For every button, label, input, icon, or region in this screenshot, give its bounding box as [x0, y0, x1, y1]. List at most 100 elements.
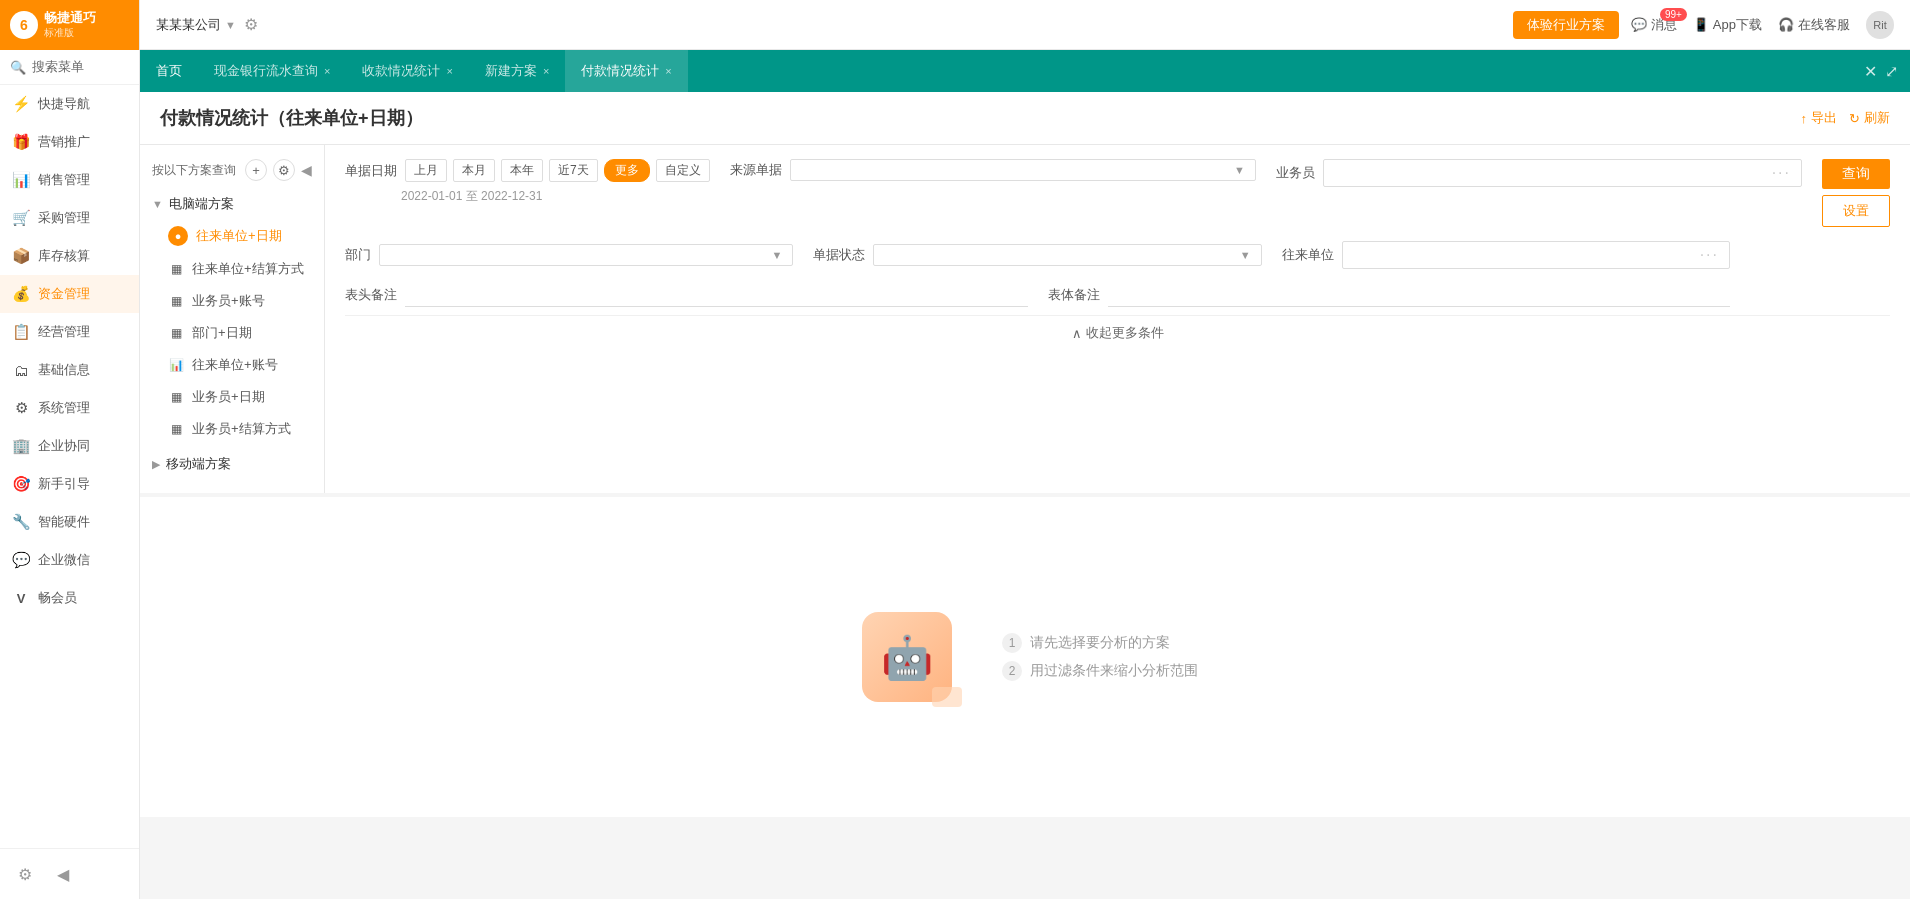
date-btn-this-month[interactable]: 本月	[453, 159, 495, 182]
search-menu-label: 搜索菜单	[32, 58, 84, 76]
online-service-action[interactable]: 🎧 在线客服	[1778, 16, 1850, 34]
tab-payment-stats[interactable]: 付款情况统计 ×	[565, 50, 687, 92]
marketing-label: 营销推广	[38, 133, 90, 151]
scheme-item-partner-date-label: 往来单位+日期	[196, 227, 282, 245]
window-close-btn[interactable]: ✕	[1864, 62, 1877, 81]
sidebar-item-member[interactable]: V 畅会员	[0, 579, 139, 617]
date-filter-field: 单据日期 上月 本月 本年 近7天 更多 自定义	[345, 159, 710, 182]
tab-new-scheme-close[interactable]: ×	[543, 65, 549, 77]
sidebar-item-basic-info[interactable]: 🗂 基础信息	[0, 351, 139, 389]
topbar-user-area[interactable]: 某某某公司 ▼	[156, 16, 236, 34]
hardware-label: 智能硬件	[38, 513, 90, 531]
scheme-item-dept-date[interactable]: ▦ 部门+日期	[140, 317, 324, 349]
search-menu[interactable]: 🔍 搜索菜单	[0, 50, 139, 85]
operations-icon: 📋	[12, 323, 30, 341]
main-area: 某某某公司 ▼ ⚙ 体验行业方案 💬 消息 99+ 📱 App下载 🎧 在线客服…	[140, 0, 1910, 899]
tab-new-scheme[interactable]: 新建方案 ×	[469, 50, 565, 92]
logo-text: 畅捷通巧	[44, 10, 96, 26]
status-label: 单据状态	[813, 246, 865, 264]
scheme-item-partner-account[interactable]: 📊 往来单位+账号	[140, 349, 324, 381]
date-btn-custom[interactable]: 自定义	[656, 159, 710, 182]
scheme-item-staff-date-label: 业务员+日期	[192, 388, 265, 406]
sidebar-item-purchase[interactable]: 🛒 采购管理	[0, 199, 139, 237]
sidebar-item-marketing[interactable]: 🎁 营销推广	[0, 123, 139, 161]
table-header-note-input[interactable]	[405, 283, 1028, 307]
hint-num-2: 2	[1002, 661, 1022, 681]
empty-hint-2: 2 用过滤条件来缩小分析范围	[1002, 661, 1198, 681]
scheme-item-staff-settlement[interactable]: ▦ 业务员+结算方式	[140, 413, 324, 445]
scheme-group-desktop-header[interactable]: ▼ 电脑端方案	[140, 189, 324, 219]
window-maximize-btn[interactable]: ⤢	[1885, 62, 1898, 81]
scheme-item-icon-chart: 📊	[168, 357, 184, 373]
sidebar: 6 畅捷通巧 标准版 🔍 搜索菜单 ⚡ 快捷导航 🎁 营销推广 📊 销售管理 🛒…	[0, 0, 140, 899]
status-select[interactable]: ▼	[873, 244, 1261, 266]
hardware-icon: 🔧	[12, 513, 30, 531]
refresh-label: 刷新	[1864, 109, 1890, 127]
table-body-note-field: 表体备注	[1048, 283, 1731, 307]
source-filter-field: 来源单据 ▼	[730, 159, 1256, 181]
logo-sub: 标准版	[44, 26, 96, 40]
dept-select[interactable]: ▼	[379, 244, 793, 266]
tab-bank-flow-close[interactable]: ×	[324, 65, 330, 77]
inventory-icon: 📦	[12, 247, 30, 265]
robot-emoji: 🤖	[881, 633, 933, 682]
sales-label: 销售管理	[38, 171, 90, 189]
sidebar-item-sales[interactable]: 📊 销售管理	[0, 161, 139, 199]
source-select[interactable]: ▼	[790, 159, 1256, 181]
app-download-action[interactable]: 📱 App下载	[1693, 16, 1762, 34]
collapse-icon: ∧	[1072, 326, 1082, 341]
scheme-collapse-btn[interactable]: ◀	[301, 162, 312, 178]
tab-receipt-stats[interactable]: 收款情况统计 ×	[346, 50, 468, 92]
scheme-settings-btn[interactable]: ⚙	[273, 159, 295, 181]
avatar[interactable]: Rit	[1866, 11, 1894, 39]
filter-panel: 按以下方案查询 + ⚙ ◀ ▼ 电脑端方案 ● 往来单位+日期	[140, 145, 1910, 493]
date-btn-more[interactable]: 更多	[604, 159, 650, 182]
app-download-icon: 📱	[1693, 17, 1709, 32]
table-body-note-input[interactable]	[1108, 283, 1731, 307]
scheme-item-staff-date[interactable]: ▦ 业务员+日期	[140, 381, 324, 413]
query-btn[interactable]: 查询	[1822, 159, 1890, 189]
date-btn-last-month[interactable]: 上月	[405, 159, 447, 182]
partner-input-container[interactable]: ···	[1342, 241, 1730, 269]
tab-home[interactable]: 首页	[140, 50, 198, 92]
sidebar-item-hardware[interactable]: 🔧 智能硬件	[0, 503, 139, 541]
sidebar-item-enterprise[interactable]: 🏢 企业协同	[0, 427, 139, 465]
scheme-item-partner-date[interactable]: ● 往来单位+日期	[140, 219, 324, 253]
scheme-item-partner-settlement[interactable]: ▦ 往来单位+结算方式	[140, 253, 324, 285]
scheme-add-btn[interactable]: +	[245, 159, 267, 181]
scheme-item-partner-settlement-label: 往来单位+结算方式	[192, 260, 304, 278]
tab-bank-flow[interactable]: 现金银行流水查询 ×	[198, 50, 346, 92]
staff-input-container[interactable]: ···	[1323, 159, 1802, 187]
tab-payment-stats-close[interactable]: ×	[665, 65, 671, 77]
filter-settings-btn[interactable]: 设置	[1822, 195, 1890, 227]
topbar-settings-icon[interactable]: ⚙	[244, 15, 258, 34]
scheme-group-mobile-header[interactable]: ▶ 移动端方案	[140, 449, 324, 479]
tab-new-scheme-label: 新建方案	[485, 62, 537, 80]
refresh-btn[interactable]: ↻ 刷新	[1849, 109, 1890, 127]
export-icon: ↑	[1801, 111, 1808, 126]
date-btn-this-year[interactable]: 本年	[501, 159, 543, 182]
collapse-label: 收起更多条件	[1086, 324, 1164, 342]
page-actions: ↑ 导出 ↻ 刷新	[1801, 109, 1891, 127]
sidebar-settings-btn[interactable]: ⚙	[10, 859, 40, 889]
export-btn[interactable]: ↑ 导出	[1801, 109, 1838, 127]
sidebar-item-system[interactable]: ⚙ 系统管理	[0, 389, 139, 427]
sidebar-collapse-btn[interactable]: ◀	[48, 859, 78, 889]
sidebar-item-wechat[interactable]: 💬 企业微信	[0, 541, 139, 579]
sidebar-item-inventory[interactable]: 📦 库存核算	[0, 237, 139, 275]
sidebar-item-guide[interactable]: 🎯 新手引导	[0, 465, 139, 503]
collapse-more-btn[interactable]: ∧ 收起更多条件	[1072, 324, 1164, 342]
guide-label: 新手引导	[38, 475, 90, 493]
sidebar-item-finance[interactable]: 💰 资金管理	[0, 275, 139, 313]
sidebar-item-operations[interactable]: 📋 经营管理	[0, 313, 139, 351]
table-header-note-field: 表头备注	[345, 283, 1028, 307]
messages-action[interactable]: 💬 消息 99+	[1631, 16, 1677, 34]
tab-receipt-stats-close[interactable]: ×	[446, 65, 452, 77]
sidebar-item-quick-nav[interactable]: ⚡ 快捷导航	[0, 85, 139, 123]
marketing-icon: 🎁	[12, 133, 30, 151]
trial-btn[interactable]: 体验行业方案	[1513, 11, 1619, 39]
purchase-label: 采购管理	[38, 209, 90, 227]
empty-hint-1: 1 请先选择要分析的方案	[1002, 633, 1198, 653]
date-btn-last-7days[interactable]: 近7天	[549, 159, 598, 182]
scheme-item-staff-account[interactable]: ▦ 业务员+账号	[140, 285, 324, 317]
